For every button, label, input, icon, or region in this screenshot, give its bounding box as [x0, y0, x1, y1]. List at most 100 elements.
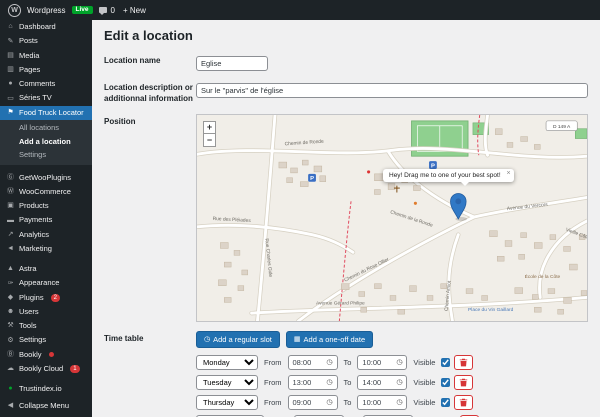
from-time-input[interactable]: 08:00 ◷ [288, 355, 338, 370]
bookly-cloud-badge: 1 [70, 365, 79, 373]
sidebar-item-woocommerce[interactable]: Ⓦ WooCommerce [0, 185, 92, 199]
sidebar-item-marketing[interactable]: ◄ Marketing [0, 242, 92, 256]
sidebar-item-settings[interactable]: ⚙ Settings [0, 333, 92, 347]
sidebar-item-getwooplugins[interactable]: Ⓖ GetWooPlugins [0, 171, 92, 185]
clock-icon: ◷ [396, 358, 402, 366]
add-regular-slot-button[interactable]: ◷ Add a regular slot [196, 331, 280, 348]
admin-bar: W Wordpress Live 0 + New [0, 0, 600, 20]
location-description-label: Location description or additionnal info… [104, 80, 196, 105]
comments-icon[interactable] [99, 7, 107, 13]
analytics-icon: ↗ [6, 231, 15, 239]
delete-row-button[interactable] [454, 355, 473, 370]
poi-marker [367, 170, 370, 173]
clock-icon: ◷ [396, 398, 402, 406]
sidebar-item-posts[interactable]: ✎ Posts [0, 34, 92, 48]
map[interactable]: P P D 149 A Chemin de Ronde Chemin de la… [196, 114, 588, 322]
location-name-input[interactable] [196, 56, 268, 71]
location-pin-icon: ⚑ [6, 109, 15, 117]
clock-icon: ◷ [204, 335, 210, 343]
time-table-row: Time table ◷ Add a regular slot ▦ Add a … [104, 331, 588, 417]
users-icon: ☻ [6, 308, 15, 316]
posts-icon: ✎ [6, 38, 15, 46]
new-button[interactable]: + New [123, 6, 146, 15]
from-time-input[interactable]: 13:00 ◷ [288, 375, 338, 390]
clock-icon: ◷ [396, 378, 402, 386]
sidebar-item-plugins[interactable]: ◆ Plugins 2 [0, 291, 92, 305]
sidebar-subitem-add-a-location[interactable]: Add a location [0, 135, 92, 148]
comment-count[interactable]: 0 [111, 6, 115, 15]
sidebar-item-appearance[interactable]: ✑ Appearance [0, 276, 92, 290]
pages-icon: ▥ [6, 66, 15, 74]
bookly-notification-dot [49, 352, 54, 357]
sidebar-item-tools[interactable]: ⚒ Tools [0, 319, 92, 333]
svg-text:D 149 A: D 149 A [553, 124, 571, 130]
to-time-input[interactable]: 10:00 ◷ [357, 355, 407, 370]
trash-icon [459, 378, 468, 387]
sidebar-item-pages[interactable]: ▥ Pages [0, 63, 92, 77]
zoom-out-button[interactable]: − [203, 134, 216, 147]
main-content: Edit a location Location name Location d… [92, 20, 600, 417]
tools-icon: ⚒ [6, 322, 15, 330]
to-time-input[interactable]: 10:00 ◷ [357, 395, 407, 410]
sidebar-item-analytics[interactable]: ↗ Analytics [0, 228, 92, 242]
comments-icon: ● [6, 80, 15, 88]
site-name[interactable]: Wordpress [27, 6, 66, 15]
sidebar-subitem-settings[interactable]: Settings [0, 148, 92, 161]
appearance-icon: ✑ [6, 280, 15, 288]
visible-checkbox[interactable] [441, 378, 450, 387]
clock-icon: ◷ [326, 398, 332, 406]
sidebar-item-bookly-cloud[interactable]: ☁ Bookly Cloud 1 [0, 362, 92, 376]
sidebar-item-food-truck-locator[interactable]: ⚑ Food Truck Locator [0, 106, 92, 120]
media-icon: ▤ [6, 52, 15, 60]
street-label: Rue des Pléiades [212, 216, 251, 224]
from-time-input[interactable]: 09:00 ◷ [288, 395, 338, 410]
food-truck-locator-submenu: All locations Add a location Settings [0, 120, 92, 165]
parking-icon: P [308, 173, 316, 181]
page-title: Edit a location [104, 28, 588, 43]
add-one-off-date-button[interactable]: ▦ Add a one-off date [286, 331, 373, 348]
location-description-input[interactable] [196, 83, 588, 98]
position-row: Position [104, 114, 588, 322]
marker-tooltip: Hey! Drag me to one of your best spot! × [383, 169, 514, 182]
sidebar-subitem-all-locations[interactable]: All locations [0, 122, 92, 135]
sidebar-item-comments[interactable]: ● Comments [0, 77, 92, 91]
day-select[interactable]: Thursday [196, 395, 258, 410]
sidebar-item-users[interactable]: ☻ Users [0, 305, 92, 319]
sidebar-item-series-tv[interactable]: ▭ Séries TV [0, 91, 92, 105]
sidebar-item-trustindex[interactable]: ● Trustindex.io [0, 382, 92, 396]
zoom-in-button[interactable]: + [203, 121, 216, 134]
collapse-menu-button[interactable]: ◀ Collapse Menu [0, 399, 92, 413]
sidebar-item-dashboard[interactable]: ⌂ Dashboard [0, 20, 92, 34]
wordpress-logo-icon[interactable]: W [8, 4, 21, 17]
sidebar-item-payments[interactable]: ▬ Payments [0, 213, 92, 227]
visible-checkbox[interactable] [441, 398, 450, 407]
tooltip-close-icon[interactable]: × [507, 170, 511, 177]
sidebar: ⌂ Dashboard ✎ Posts ▤ Media ▥ Pages ● Co… [0, 20, 92, 417]
location-marker-pin[interactable] [451, 193, 467, 219]
street-label: Avenue du Vercors [507, 201, 549, 211]
live-badge: Live [72, 6, 93, 15]
sidebar-item-products[interactable]: ▣ Products [0, 199, 92, 213]
to-time-input[interactable]: 14:00 ◷ [357, 375, 407, 390]
day-select[interactable]: Tuesday [196, 375, 258, 390]
dashboard-icon: ⌂ [6, 23, 15, 31]
delete-row-button[interactable] [454, 375, 473, 390]
clock-icon: ◷ [326, 378, 332, 386]
timetable-row-thursday: Thursday From 09:00 ◷ To 10:00 ◷ Visible [196, 395, 588, 410]
location-name-label: Location name [104, 53, 196, 71]
sidebar-item-astra[interactable]: ▲ Astra [0, 262, 92, 276]
day-select[interactable]: Monday [196, 355, 258, 370]
visible-checkbox[interactable] [441, 358, 450, 367]
trash-icon [459, 398, 468, 407]
trustindex-icon: ● [6, 385, 15, 393]
map-canvas[interactable]: P P D 149 A Chemin de Ronde Chemin de la… [197, 115, 587, 321]
tv-icon: ▭ [6, 95, 15, 103]
plugins-icon: ◆ [6, 294, 15, 302]
sidebar-item-media[interactable]: ▤ Media [0, 49, 92, 63]
bookly-icon: Ⓑ [6, 351, 15, 359]
collapse-arrow-icon: ◀ [6, 402, 15, 410]
sidebar-item-bookly[interactable]: Ⓑ Bookly [0, 348, 92, 362]
delete-row-button[interactable] [454, 395, 473, 410]
svg-text:P: P [310, 176, 314, 182]
getwooplugins-icon: Ⓖ [6, 174, 15, 182]
